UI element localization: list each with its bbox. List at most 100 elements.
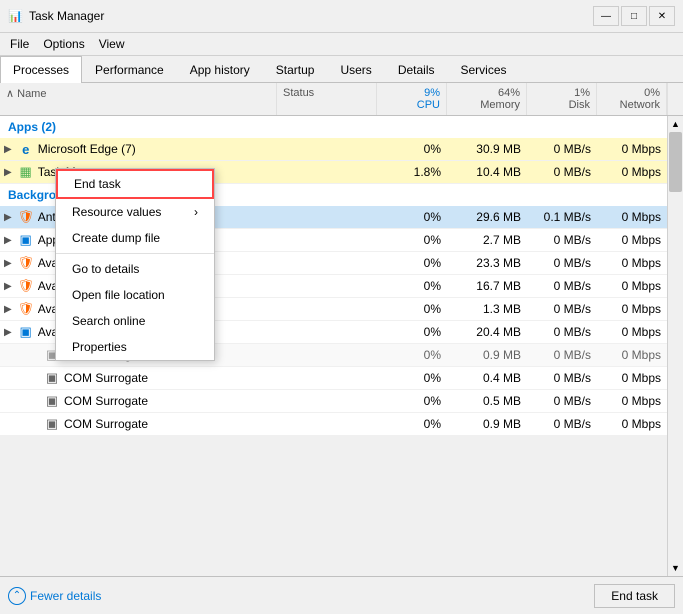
col-cpu[interactable]: 9% CPU: [377, 83, 447, 115]
process-memory: 10.4 MB: [447, 162, 527, 182]
process-cpu: 0%: [377, 391, 447, 411]
expand-arrow[interactable]: ▶: [4, 212, 12, 223]
tab-users[interactable]: Users: [327, 56, 384, 83]
process-memory: 23.3 MB: [447, 253, 527, 273]
title-bar-left: 📊 Task Manager: [8, 9, 104, 23]
context-menu-properties[interactable]: Properties: [56, 334, 214, 360]
fewer-details-button[interactable]: ⌃ Fewer details: [8, 587, 101, 605]
tab-performance[interactable]: Performance: [82, 56, 177, 83]
scroll-up-arrow[interactable]: ▲: [668, 116, 683, 132]
minimize-button[interactable]: —: [593, 6, 619, 26]
col-memory[interactable]: 64% Memory: [447, 83, 527, 115]
window-title: Task Manager: [29, 9, 104, 23]
scrollbar[interactable]: ▲ ▼: [667, 116, 683, 576]
process-disk: 0 MB/s: [527, 162, 597, 182]
com-icon: ▣: [44, 393, 60, 409]
process-status: [277, 329, 377, 335]
menu-file[interactable]: File: [4, 35, 35, 53]
tab-bar: Processes Performance App history Startu…: [0, 56, 683, 83]
expand-arrow[interactable]: ▶: [4, 144, 12, 155]
process-cpu: 0%: [377, 253, 447, 273]
process-disk: 0 MB/s: [527, 230, 597, 250]
process-network: 0 Mbps: [597, 414, 667, 434]
process-disk: 0 MB/s: [527, 299, 597, 319]
process-status: [277, 398, 377, 404]
context-menu-resource-values[interactable]: Resource values ›: [56, 199, 214, 225]
context-menu: End task Resource values › Create dump f…: [55, 168, 215, 361]
app-icon: ▣: [18, 324, 34, 340]
process-status: [277, 421, 377, 427]
table-row[interactable]: ▣ COM Surrogate 0% 0.9 MB 0 MB/s 0 Mbps: [0, 413, 667, 436]
col-name[interactable]: ∧ Name: [0, 83, 277, 115]
app-icon: 📊: [8, 9, 23, 23]
context-menu-end-task[interactable]: End task: [56, 169, 214, 199]
process-network: 0 Mbps: [597, 345, 667, 365]
taskmanager-icon: ▦: [18, 164, 34, 180]
process-disk: 0 MB/s: [527, 322, 597, 342]
col-network[interactable]: 0% Network: [597, 83, 667, 115]
expand-arrow[interactable]: ▶: [4, 327, 12, 338]
process-cpu: 0%: [377, 322, 447, 342]
process-cpu: 0%: [377, 230, 447, 250]
process-memory: 16.7 MB: [447, 276, 527, 296]
process-cpu: 0%: [377, 345, 447, 365]
table-row[interactable]: ▶ e Microsoft Edge (7) 0% 30.9 MB 0 MB/s…: [0, 138, 667, 161]
process-network: 0 Mbps: [597, 276, 667, 296]
expand-arrow[interactable]: ▶: [4, 167, 12, 178]
process-memory: 0.5 MB: [447, 391, 527, 411]
expand-arrow[interactable]: ▶: [4, 235, 12, 246]
process-memory: 1.3 MB: [447, 299, 527, 319]
process-network: 0 Mbps: [597, 299, 667, 319]
scroll-track[interactable]: [668, 132, 683, 560]
avast-icon: 🛡: [18, 278, 34, 294]
process-memory: 0.4 MB: [447, 368, 527, 388]
tab-details[interactable]: Details: [385, 56, 448, 83]
context-menu-search-online[interactable]: Search online: [56, 308, 214, 334]
avast-icon: 🛡: [18, 301, 34, 317]
expand-arrow[interactable]: ▶: [4, 304, 12, 315]
menu-view[interactable]: View: [93, 35, 131, 53]
process-disk: 0 MB/s: [527, 414, 597, 434]
menu-options[interactable]: Options: [37, 35, 90, 53]
process-network: 0 Mbps: [597, 253, 667, 273]
title-bar-controls: — □ ✕: [593, 6, 675, 26]
process-memory: 0.9 MB: [447, 414, 527, 434]
col-disk[interactable]: 1% Disk: [527, 83, 597, 115]
process-network: 0 Mbps: [597, 230, 667, 250]
submenu-arrow-icon: ›: [194, 205, 198, 219]
process-cpu: 0%: [377, 299, 447, 319]
fewer-details-arrow-icon: ⌃: [8, 587, 26, 605]
section-apps: Apps (2): [0, 116, 667, 138]
process-network: 0 Mbps: [597, 322, 667, 342]
tab-startup[interactable]: Startup: [263, 56, 328, 83]
col-status[interactable]: Status: [277, 83, 377, 115]
expand-arrow[interactable]: ▶: [4, 258, 12, 269]
process-status: [277, 306, 377, 312]
scroll-down-arrow[interactable]: ▼: [668, 560, 683, 576]
process-status: [277, 352, 377, 358]
process-disk: 0 MB/s: [527, 368, 597, 388]
process-status: [277, 237, 377, 243]
tab-app-history[interactable]: App history: [177, 56, 263, 83]
tab-services[interactable]: Services: [448, 56, 520, 83]
process-cpu: 1.8%: [377, 162, 447, 182]
bottom-bar: ⌃ Fewer details End task: [0, 576, 683, 614]
expand-arrow[interactable]: ▶: [4, 281, 12, 292]
process-name-edge: ▶ e Microsoft Edge (7): [0, 138, 277, 160]
table-row[interactable]: ▣ COM Surrogate 0% 0.5 MB 0 MB/s 0 Mbps: [0, 390, 667, 413]
context-menu-create-dump[interactable]: Create dump file: [56, 225, 214, 251]
tab-processes[interactable]: Processes: [0, 56, 82, 83]
maximize-button[interactable]: □: [621, 6, 647, 26]
process-network: 0 Mbps: [597, 368, 667, 388]
context-menu-go-to-details[interactable]: Go to details: [56, 256, 214, 282]
end-task-button[interactable]: End task: [594, 584, 675, 608]
scroll-thumb[interactable]: [669, 132, 682, 192]
close-button[interactable]: ✕: [649, 6, 675, 26]
process-cpu: 0%: [377, 276, 447, 296]
process-memory: 30.9 MB: [447, 139, 527, 159]
process-memory: 29.6 MB: [447, 207, 527, 227]
table-row[interactable]: ▣ COM Surrogate 0% 0.4 MB 0 MB/s 0 Mbps: [0, 367, 667, 390]
process-network: 0 Mbps: [597, 162, 667, 182]
process-disk: 0.1 MB/s: [527, 207, 597, 227]
context-menu-open-file-location[interactable]: Open file location: [56, 282, 214, 308]
